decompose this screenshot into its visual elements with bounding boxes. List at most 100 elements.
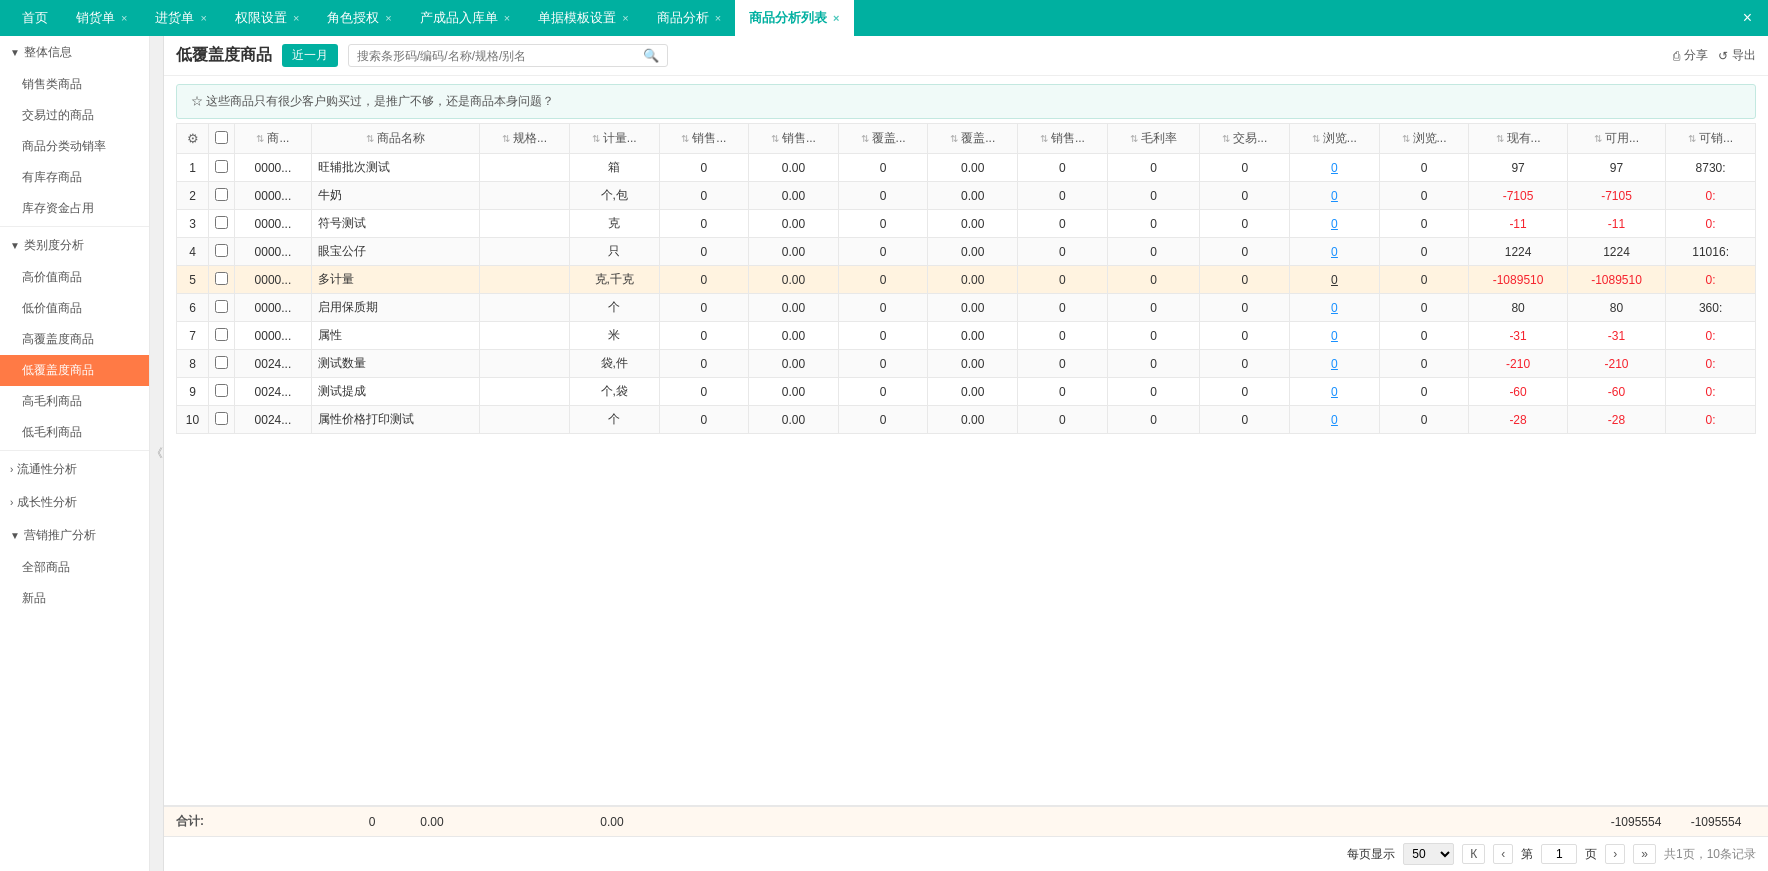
settings-icon[interactable]: ⚙ <box>187 131 199 146</box>
next-page-button[interactable]: › <box>1605 844 1625 864</box>
row-avail: -60 <box>1567 378 1665 406</box>
row-checkbox[interactable] <box>209 350 235 378</box>
period-button[interactable]: 近一月 <box>282 44 338 67</box>
first-page-button[interactable]: К <box>1462 844 1485 864</box>
sidebar-item-stocked-products[interactable]: 有库存商品 <box>0 162 149 193</box>
prev-page-button[interactable]: ‹ <box>1493 844 1513 864</box>
window-close-button[interactable]: × <box>1735 9 1760 27</box>
close-icon[interactable]: × <box>385 12 391 24</box>
sidebar-section-category[interactable]: ▼ 类别度分析 <box>0 229 149 262</box>
row-view1[interactable]: 0 <box>1290 378 1380 406</box>
col-sort-icon: ⇅ <box>1130 133 1138 144</box>
sidebar-item-low-coverage[interactable]: 低覆盖度商品 <box>0 355 149 386</box>
col-saleable[interactable]: ⇅可销... <box>1666 124 1756 154</box>
sidebar-section-circulation[interactable]: › 流通性分析 <box>0 453 149 486</box>
col-checkbox[interactable] <box>209 124 235 154</box>
row-checkbox[interactable] <box>209 210 235 238</box>
sidebar-item-category-rate[interactable]: 商品分类动销率 <box>0 131 149 162</box>
row-checkbox[interactable] <box>209 238 235 266</box>
col-sales-amt[interactable]: ⇅销售... <box>749 124 839 154</box>
row-checkbox[interactable] <box>209 294 235 322</box>
col-cover1[interactable]: ⇅覆盖... <box>838 124 928 154</box>
nav-tab-product-analysis[interactable]: 商品分析 × <box>643 0 735 36</box>
sidebar-collapse-button[interactable]: 《 <box>150 36 164 871</box>
col-code[interactable]: ⇅商... <box>235 124 312 154</box>
select-all-checkbox[interactable] <box>215 131 228 144</box>
col-gross[interactable]: ⇅毛利率 <box>1107 124 1200 154</box>
close-icon[interactable]: × <box>121 12 127 24</box>
col-avail[interactable]: ⇅可用... <box>1567 124 1665 154</box>
sidebar-section-growth[interactable]: › 成长性分析 <box>0 486 149 519</box>
close-icon[interactable]: × <box>715 12 721 24</box>
sidebar-item-low-value[interactable]: 低价值商品 <box>0 293 149 324</box>
col-spec[interactable]: ⇅规格... <box>480 124 570 154</box>
export-button[interactable]: ↺ 导出 <box>1718 47 1756 64</box>
last-page-button[interactable]: » <box>1633 844 1656 864</box>
col-trade[interactable]: ⇅交易... <box>1200 124 1290 154</box>
sidebar-item-high-value[interactable]: 高价值商品 <box>0 262 149 293</box>
search-input[interactable] <box>357 49 643 63</box>
row-checkbox[interactable] <box>209 406 235 434</box>
sidebar-item-high-margin[interactable]: 高毛利商品 <box>0 386 149 417</box>
close-icon[interactable]: × <box>293 12 299 24</box>
row-view1[interactable]: 0 <box>1290 210 1380 238</box>
row-checkbox[interactable] <box>209 182 235 210</box>
sidebar-item-all-products[interactable]: 全部商品 <box>0 552 149 583</box>
nav-tab-home[interactable]: 首页 <box>8 0 62 36</box>
row-gross: 0 <box>1107 210 1200 238</box>
nav-tab-sales[interactable]: 销货单 × <box>62 0 141 36</box>
chevron-down-icon: ▼ <box>10 240 20 251</box>
row-saleable: 8730: <box>1666 154 1756 182</box>
sidebar-item-new-products[interactable]: 新品 <box>0 583 149 614</box>
nav-tab-production[interactable]: 产成品入库单 × <box>406 0 524 36</box>
row-cover1: 0 <box>838 378 928 406</box>
search-box[interactable]: 🔍 <box>348 44 668 67</box>
nav-tab-purchase[interactable]: 进货单 × <box>141 0 220 36</box>
col-sales3[interactable]: ⇅销售... <box>1018 124 1108 154</box>
sidebar-item-traded-products[interactable]: 交易过的商品 <box>0 100 149 131</box>
col-unit[interactable]: ⇅计量... <box>569 124 659 154</box>
row-view1[interactable]: 0 <box>1290 154 1380 182</box>
per-page-select[interactable]: 50 100 200 <box>1403 843 1454 865</box>
close-icon[interactable]: × <box>504 12 510 24</box>
row-view1[interactable]: 0 <box>1290 406 1380 434</box>
row-sales-qty: 0 <box>659 266 749 294</box>
sidebar-item-low-margin[interactable]: 低毛利商品 <box>0 417 149 448</box>
row-checkbox[interactable] <box>209 154 235 182</box>
col-view2[interactable]: ⇅浏览... <box>1379 124 1469 154</box>
col-stock[interactable]: ⇅现有... <box>1469 124 1567 154</box>
share-button[interactable]: ⎙ 分享 <box>1673 47 1708 64</box>
sidebar-section-marketing[interactable]: ▼ 营销推广分析 <box>0 519 149 552</box>
row-view1[interactable]: 0 <box>1290 182 1380 210</box>
row-checkbox[interactable] <box>209 266 235 294</box>
row-checkbox[interactable] <box>209 322 235 350</box>
row-view1[interactable]: 0 <box>1290 238 1380 266</box>
row-view1[interactable]: 0 <box>1290 322 1380 350</box>
row-checkbox[interactable] <box>209 378 235 406</box>
nav-tab-product-analysis-list[interactable]: 商品分析列表 × <box>735 0 853 36</box>
row-view1[interactable]: 0 <box>1290 350 1380 378</box>
data-table-wrapper[interactable]: ⚙ ⇅商... ⇅商品名称 ⇅规格... <box>164 123 1768 805</box>
col-cover2[interactable]: ⇅覆盖... <box>928 124 1018 154</box>
row-view1[interactable]: 0 <box>1290 266 1380 294</box>
sidebar-section-label: 成长性分析 <box>17 494 77 511</box>
col-settings[interactable]: ⚙ <box>177 124 209 154</box>
col-sort-icon: ⇅ <box>681 133 689 144</box>
row-view1[interactable]: 0 <box>1290 294 1380 322</box>
sidebar-item-sales-products[interactable]: 销售类商品 <box>0 69 149 100</box>
close-icon[interactable]: × <box>200 12 206 24</box>
nav-tab-permissions[interactable]: 权限设置 × <box>221 0 313 36</box>
sidebar-item-high-coverage[interactable]: 高覆盖度商品 <box>0 324 149 355</box>
close-icon[interactable]: × <box>622 12 628 24</box>
col-sales-qty[interactable]: ⇅销售... <box>659 124 749 154</box>
col-view1[interactable]: ⇅浏览... <box>1290 124 1380 154</box>
page-number-input[interactable] <box>1541 844 1577 864</box>
close-icon[interactable]: × <box>833 12 839 24</box>
col-name[interactable]: ⇅商品名称 <box>311 124 479 154</box>
row-trade: 0 <box>1200 406 1290 434</box>
sidebar-item-stock-capital[interactable]: 库存资金占用 <box>0 193 149 224</box>
row-avail: 97 <box>1567 154 1665 182</box>
nav-tab-templates[interactable]: 单据模板设置 × <box>524 0 642 36</box>
nav-tab-roles[interactable]: 角色授权 × <box>313 0 405 36</box>
sidebar-section-overall[interactable]: ▼ 整体信息 <box>0 36 149 69</box>
